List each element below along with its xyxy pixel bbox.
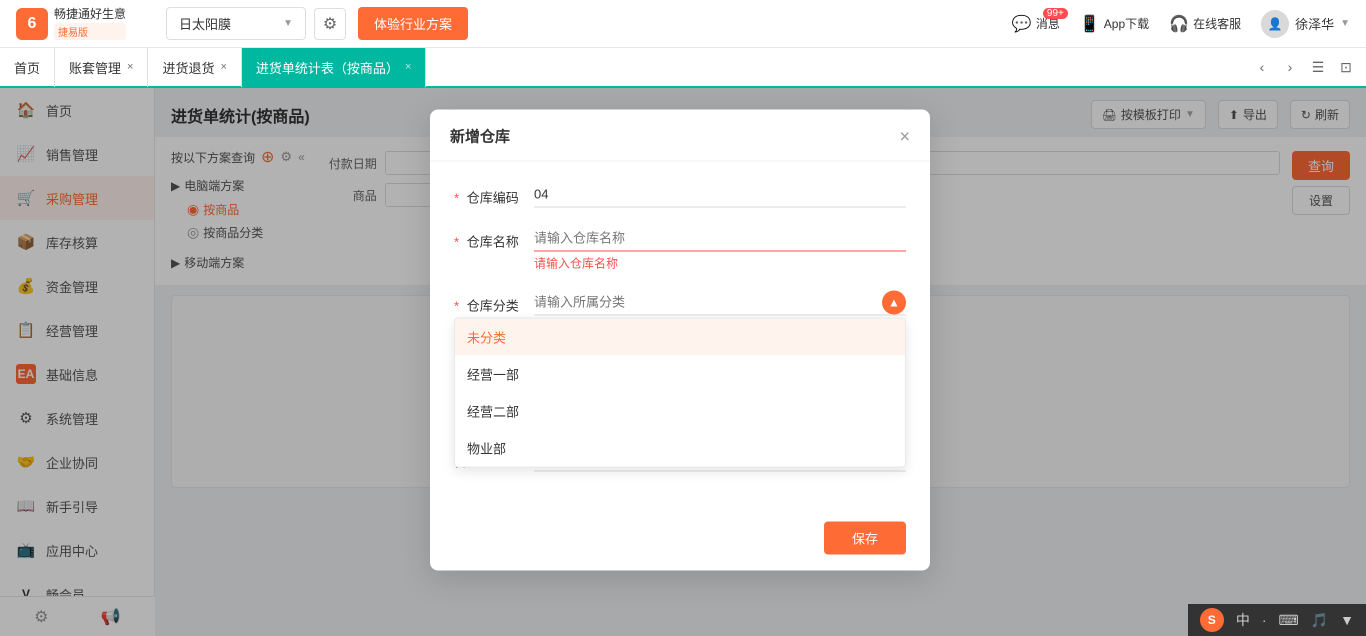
message-item[interactable]: 💬 消息 99+ bbox=[1012, 14, 1060, 34]
s-logo: S bbox=[1200, 608, 1224, 632]
logo-icon: 6 bbox=[16, 8, 48, 40]
header-right: 💬 消息 99+ 📱 App下载 🎧 在线客服 👤 徐泽华 ▼ bbox=[1012, 10, 1350, 38]
volume-icon[interactable]: ▼ bbox=[1340, 612, 1354, 628]
dropdown-item-ops1[interactable]: 经营一部 bbox=[455, 356, 905, 393]
category-form-row: * 仓库分类 ▲ 未分类 经营一部 经营二部 物业部 bbox=[454, 290, 906, 316]
tab-purchase-stats-close[interactable]: × bbox=[405, 61, 411, 73]
tab-bar: 首页 账套管理 × 进货退货 × 进货单统计表（按商品） × ‹ › ☰ ⊡ bbox=[0, 48, 1366, 88]
code-label: * 仓库编码 bbox=[454, 182, 534, 207]
code-label-text: 仓库编码 bbox=[467, 191, 519, 206]
logo-text: 畅捷通好生意 bbox=[54, 7, 126, 23]
required-mark-name: * bbox=[454, 235, 459, 250]
username: 徐泽华 bbox=[1295, 14, 1334, 33]
gear-button[interactable]: ⚙ bbox=[314, 8, 346, 40]
category-toggle-button[interactable]: ▲ bbox=[882, 291, 906, 315]
tab-purchase-return[interactable]: 进货退货 × bbox=[148, 47, 241, 87]
category-select-wrapper: ▲ bbox=[534, 290, 906, 316]
store-name: 日太阳膜 bbox=[179, 14, 231, 33]
tab-account-label: 账套管理 bbox=[69, 58, 121, 77]
avatar: 👤 bbox=[1261, 10, 1289, 38]
top-header: 6 畅捷通好生意 捷易版 日太阳膜 ▼ ⚙ 体验行业方案 💬 消息 99+ 📱 … bbox=[0, 0, 1366, 48]
chevron-down-icon: ▼ bbox=[283, 18, 293, 29]
name-label-text: 仓库名称 bbox=[467, 235, 519, 250]
message-badge: 99+ bbox=[1043, 8, 1068, 19]
tab-home[interactable]: 首页 bbox=[0, 47, 55, 87]
name-error-msg: 请输入仓库名称 bbox=[534, 255, 906, 272]
category-dropdown: 未分类 经营一部 经营二部 物业部 bbox=[454, 318, 906, 468]
dropdown-item-ops2[interactable]: 经营二部 bbox=[455, 393, 905, 430]
category-label: * 仓库分类 bbox=[454, 290, 534, 315]
dialog-header: 新增仓库 × bbox=[430, 110, 930, 162]
app-label: App下载 bbox=[1104, 15, 1149, 32]
tab-controls: ‹ › ☰ ⊡ bbox=[1250, 55, 1366, 79]
service-item[interactable]: 🎧 在线客服 bbox=[1169, 14, 1241, 34]
tab-prev-button[interactable]: ‹ bbox=[1250, 55, 1274, 79]
tab-home-label: 首页 bbox=[14, 58, 40, 77]
user-info[interactable]: 👤 徐泽华 ▼ bbox=[1261, 10, 1350, 38]
name-label: * 仓库名称 bbox=[454, 226, 534, 251]
cn-icon[interactable]: 中 bbox=[1236, 610, 1250, 630]
required-mark-code: * bbox=[454, 191, 459, 206]
tab-account[interactable]: 账套管理 × bbox=[55, 47, 148, 87]
dialog-title: 新增仓库 bbox=[450, 126, 510, 147]
store-selector[interactable]: 日太阳膜 ▼ bbox=[166, 7, 306, 40]
tab-purchase-stats-label: 进货单统计表（按商品） bbox=[256, 58, 399, 77]
name-form-row: * 仓库名称 请输入仓库名称 bbox=[454, 226, 906, 272]
tab-purchase-stats[interactable]: 进货单统计表（按商品） × bbox=[242, 47, 426, 87]
dialog-close-button[interactable]: × bbox=[899, 127, 910, 145]
tab-purchase-return-label: 进货退货 bbox=[162, 58, 214, 77]
keyboard-icon[interactable]: ⌨ bbox=[1278, 612, 1298, 629]
logo-badge: 捷易版 bbox=[54, 23, 126, 40]
app-download-item[interactable]: 📱 App下载 bbox=[1080, 14, 1149, 34]
tab-menu-button[interactable]: ☰ bbox=[1306, 55, 1330, 79]
name-input[interactable] bbox=[534, 226, 906, 252]
required-mark-cat: * bbox=[454, 299, 459, 314]
service-label: 在线客服 bbox=[1193, 15, 1241, 32]
save-button[interactable]: 保存 bbox=[824, 522, 906, 555]
phone-icon: 📱 bbox=[1080, 14, 1100, 34]
user-chevron-icon: ▼ bbox=[1340, 18, 1350, 29]
chevron-up-icon: ▲ bbox=[888, 296, 900, 310]
name-form-control: 请输入仓库名称 bbox=[534, 226, 906, 272]
dropdown-item-property[interactable]: 物业部 bbox=[455, 430, 905, 467]
tab-purchase-return-close[interactable]: × bbox=[220, 61, 226, 73]
tab-next-button[interactable]: › bbox=[1278, 55, 1302, 79]
code-form-row: * 仓库编码 bbox=[454, 182, 906, 208]
tab-restore-button[interactable]: ⊡ bbox=[1334, 55, 1358, 79]
dropdown-item-unclassified[interactable]: 未分类 bbox=[455, 319, 905, 356]
category-form-control: ▲ 未分类 经营一部 经营二部 物业部 bbox=[534, 290, 906, 316]
category-label-text: 仓库分类 bbox=[467, 299, 519, 314]
dot-icon: · bbox=[1262, 612, 1267, 628]
dialog-footer: 保存 bbox=[430, 510, 930, 571]
new-warehouse-dialog: 新增仓库 × * 仓库编码 * 仓库名称 请输入仓库名称 bbox=[430, 110, 930, 571]
music-icon[interactable]: 🎵 bbox=[1311, 612, 1328, 629]
category-input[interactable] bbox=[534, 290, 906, 316]
code-form-control bbox=[534, 182, 906, 208]
tab-account-close[interactable]: × bbox=[127, 61, 133, 73]
code-input[interactable] bbox=[534, 182, 906, 208]
try-btn[interactable]: 体验行业方案 bbox=[358, 7, 468, 40]
headset-icon: 🎧 bbox=[1169, 14, 1189, 34]
screen-footer: S 中 · ⌨ 🎵 ▼ bbox=[1188, 604, 1366, 636]
dialog-body: * 仓库编码 * 仓库名称 请输入仓库名称 * 仓库分类 bbox=[430, 162, 930, 510]
logo-area: 6 畅捷通好生意 捷易版 bbox=[16, 7, 166, 40]
message-icon: 💬 bbox=[1012, 14, 1032, 34]
